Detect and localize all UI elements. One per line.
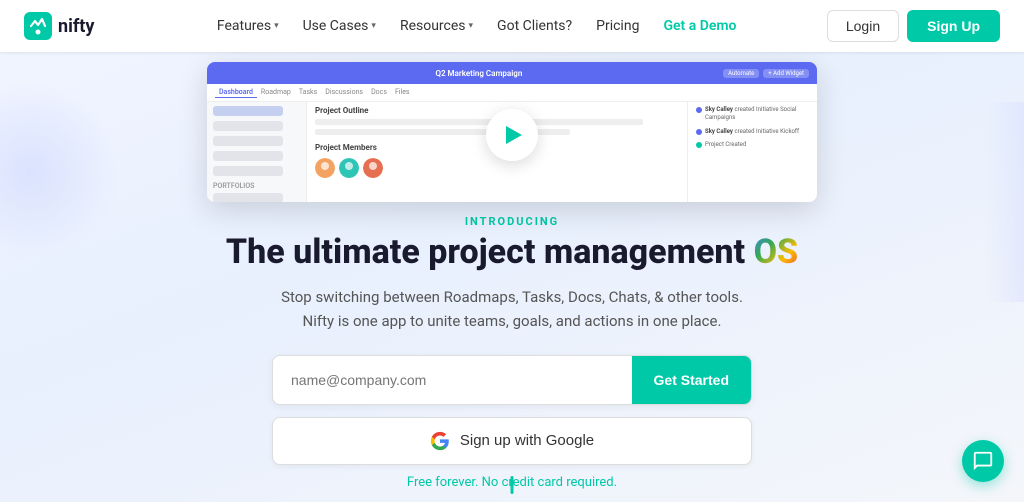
ss-dot-3 — [696, 142, 702, 148]
google-signup-button[interactable]: Sign up with Google — [272, 417, 752, 465]
login-button[interactable]: Login — [827, 10, 899, 42]
google-signup-label: Sign up with Google — [460, 432, 594, 449]
scroll-indicator — [511, 476, 514, 494]
chevron-down-icon: ▾ — [469, 21, 474, 31]
hero-headline: The ultimate project management OS — [226, 232, 798, 273]
ss-activity-text-2: Sky Calley created Initiative Kickoff — [705, 128, 799, 136]
google-icon — [430, 431, 450, 451]
ss-members-row — [315, 158, 679, 178]
ss-sidebar-workloads — [213, 121, 283, 131]
ss-sidebar-tasks — [213, 151, 283, 161]
play-button[interactable] — [486, 109, 538, 161]
signup-nav-button[interactable]: Sign Up — [907, 10, 1000, 42]
hero-section: Nifty Q2 Marketing Campaign Automate + A… — [0, 52, 1024, 502]
ss-dot-1 — [696, 107, 702, 113]
ss-add-widget-btn: + Add Widget — [763, 69, 809, 78]
ss-tab-dashboard: Dashboard — [215, 87, 257, 98]
introducing-label: INTRODUCING — [465, 215, 559, 228]
nav-actions: Login Sign Up — [827, 10, 1000, 42]
nav-get-demo[interactable]: Get a Demo — [653, 12, 746, 40]
os-text: OS — [754, 232, 799, 273]
ss-activity-2: Sky Calley created Initiative Kickoff — [696, 128, 809, 136]
ss-logo: Nifty — [215, 68, 235, 78]
ss-activity-text-3: Project Created — [705, 141, 746, 149]
play-icon — [506, 126, 522, 144]
ss-sidebar-portfolio-item — [213, 193, 283, 202]
ss-dot-2 — [696, 129, 702, 135]
get-started-button[interactable]: Get Started — [632, 356, 751, 404]
blob-decoration-right — [984, 102, 1024, 302]
blob-decoration-left — [0, 82, 120, 262]
ss-activity-text-1: Sky Calley created Initiative Social Cam… — [705, 106, 809, 123]
ss-tab-files: Files — [391, 87, 414, 98]
ss-tab-docs: Docs — [367, 87, 391, 98]
hero-subtitle: Stop switching between Roadmaps, Tasks, … — [281, 285, 743, 333]
ss-campaign-title: Q2 Marketing Campaign — [435, 69, 522, 78]
logo[interactable]: nifty — [24, 12, 94, 40]
ss-sidebar-overview — [213, 106, 283, 116]
nav-pricing[interactable]: Pricing — [586, 12, 649, 40]
logo-text: nifty — [58, 16, 94, 37]
ss-activity-1: Sky Calley created Initiative Social Cam… — [696, 106, 809, 123]
ss-right-panel: Sky Calley created Initiative Social Cam… — [687, 98, 817, 202]
ss-sidebar-portfolios: PORTFOLIOS — [213, 182, 300, 190]
chevron-down-icon: ▾ — [274, 21, 279, 31]
nav-links: Features ▾ Use Cases ▾ Resources ▾ Got C… — [126, 12, 826, 40]
ss-sidebar-mywork — [213, 166, 283, 176]
ss-sidebar-calendar — [213, 136, 283, 146]
email-input[interactable] — [273, 356, 632, 404]
ss-avatar-3 — [363, 158, 383, 178]
nav-got-clients[interactable]: Got Clients? — [487, 12, 582, 40]
ss-text-line-1 — [315, 119, 643, 125]
ss-top-actions: Automate + Add Widget — [723, 69, 809, 78]
nav-features[interactable]: Features ▾ — [207, 12, 289, 40]
ss-tab-tasks: Tasks — [295, 87, 321, 98]
ss-tab-roadmap: Roadmap — [257, 87, 295, 98]
logo-icon — [24, 12, 52, 40]
ss-avatar-2 — [339, 158, 359, 178]
chevron-down-icon: ▾ — [371, 21, 376, 31]
nav-use-cases[interactable]: Use Cases ▾ — [293, 12, 386, 40]
email-cta-row: Get Started — [272, 355, 752, 405]
ss-sidebar: PORTFOLIOS IMPLEMENTATIONS — [207, 98, 307, 202]
chat-icon — [972, 450, 994, 472]
ss-tab-discussions: Discussions — [321, 87, 367, 98]
ss-avatar-1 — [315, 158, 335, 178]
app-preview-container: Nifty Q2 Marketing Campaign Automate + A… — [207, 62, 817, 207]
chat-support-button[interactable] — [962, 440, 1004, 482]
ss-automate-btn: Automate — [723, 69, 759, 78]
ss-activity-3: Project Created — [696, 141, 809, 149]
nav-resources[interactable]: Resources ▾ — [390, 12, 483, 40]
navbar: nifty Features ▾ Use Cases ▾ Resources ▾… — [0, 0, 1024, 52]
